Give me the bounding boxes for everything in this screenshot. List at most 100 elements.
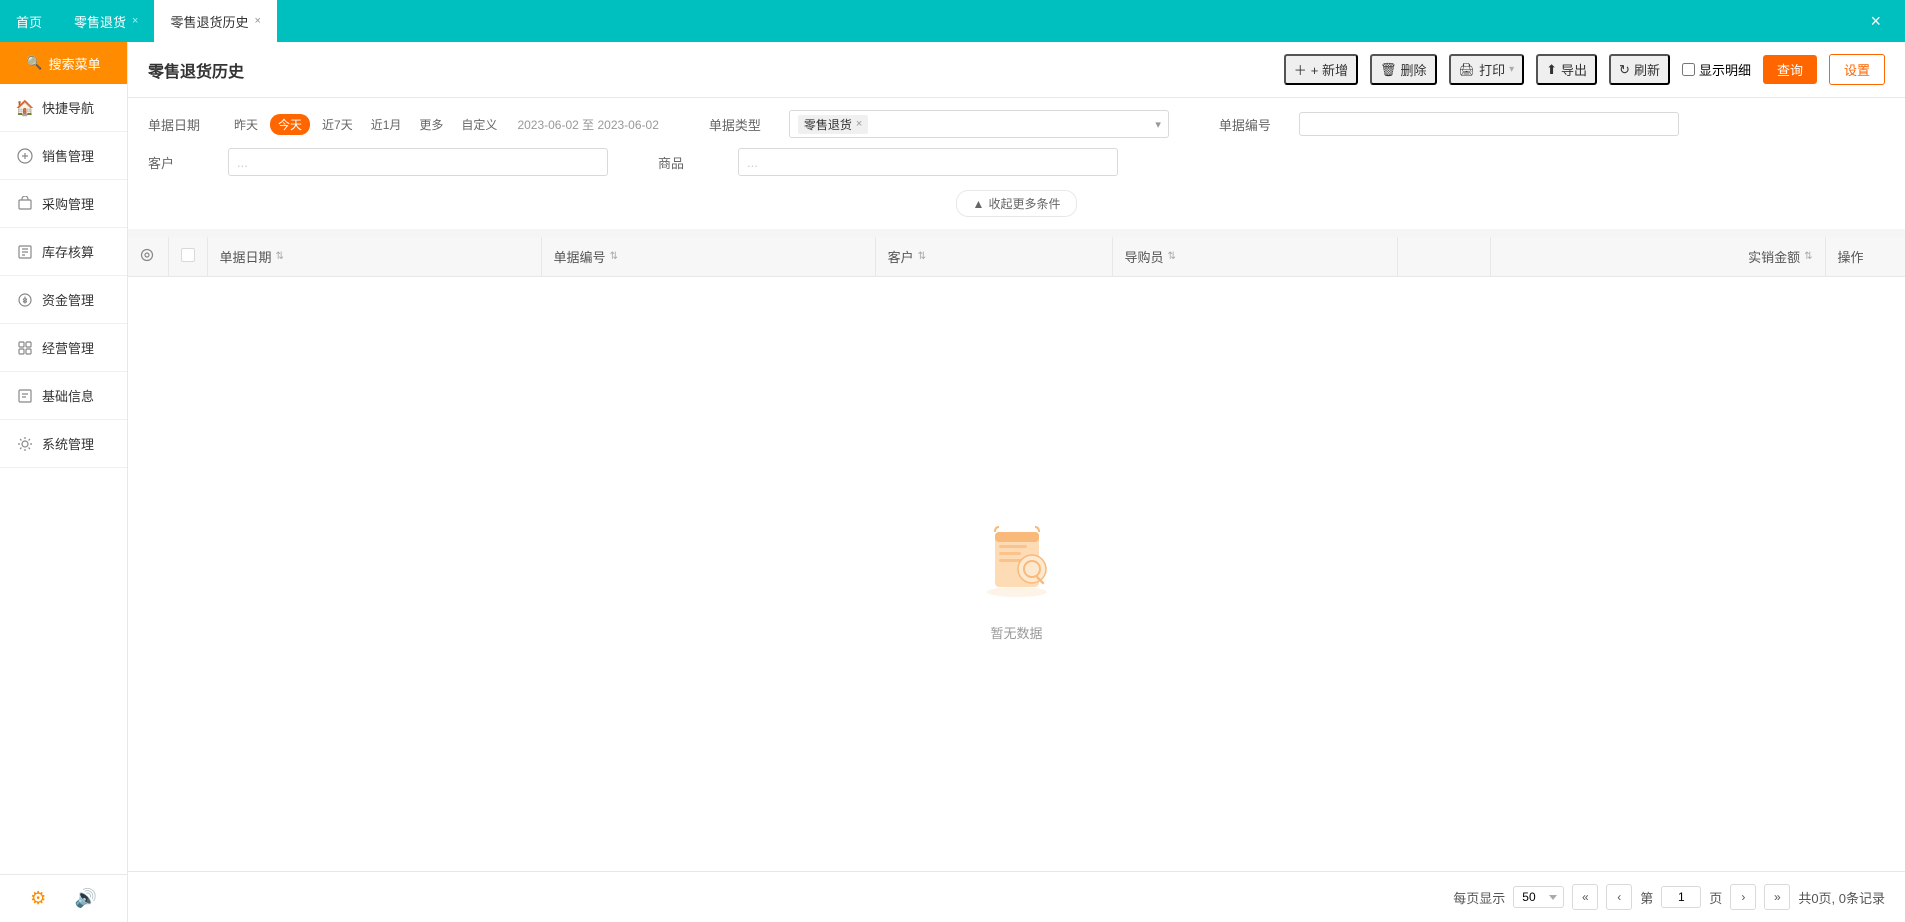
sidebar-item-label: 快捷导航 bbox=[42, 98, 94, 117]
date-btn-custom[interactable]: 自定义 bbox=[455, 114, 503, 135]
window-close-button[interactable]: × bbox=[1862, 7, 1889, 36]
operations-icon bbox=[16, 339, 34, 357]
sort-amount-icon: ⇅ bbox=[1804, 251, 1812, 262]
sort-number-icon: ⇅ bbox=[610, 251, 618, 262]
sidebar-item-inventory[interactable]: 库存核算 bbox=[0, 228, 127, 276]
goods-filter-input[interactable]: ... bbox=[738, 148, 1118, 176]
tab-retail-return-history-label: 零售退货历史 bbox=[170, 12, 248, 31]
th-action: 操作 bbox=[1825, 237, 1905, 277]
settings-label: 设置 bbox=[1844, 60, 1870, 79]
date-btn-1month[interactable]: 近1月 bbox=[365, 114, 408, 135]
print-button[interactable]: 🖨 打印 ▾ bbox=[1449, 54, 1525, 85]
date-btn-today[interactable]: 今天 bbox=[270, 114, 310, 135]
sidebar-search-label: 搜索菜单 bbox=[49, 54, 101, 73]
sales-icon bbox=[16, 147, 34, 165]
sidebar-item-label: 系统管理 bbox=[42, 434, 94, 453]
customer-filter-input[interactable]: ... bbox=[228, 148, 608, 176]
th-date-label: 单据日期 bbox=[220, 247, 272, 266]
sidebar-item-basic-info[interactable]: 基础信息 bbox=[0, 372, 127, 420]
sidebar-search-button[interactable]: 🔍 搜索菜单 bbox=[0, 42, 127, 84]
settings-button[interactable]: 设置 bbox=[1829, 54, 1885, 85]
th-date[interactable]: 单据日期 ⇅ bbox=[207, 237, 541, 277]
prev-page-button[interactable]: ‹ bbox=[1606, 884, 1632, 910]
page-title: 零售退货历史 bbox=[148, 58, 244, 94]
type-tag-close[interactable]: × bbox=[856, 118, 862, 130]
delete-button[interactable]: 🗑 删除 bbox=[1370, 54, 1437, 85]
volume-icon[interactable]: 🔊 bbox=[74, 888, 96, 909]
system-icon bbox=[16, 435, 34, 453]
sidebar-item-sales[interactable]: 销售管理 bbox=[0, 132, 127, 180]
th-guide-label: 导购员 bbox=[1125, 247, 1164, 266]
export-button[interactable]: ⬆ 导出 bbox=[1536, 54, 1597, 85]
date-btn-7days[interactable]: 近7天 bbox=[316, 114, 359, 135]
show-detail-checkbox[interactable] bbox=[1682, 63, 1695, 76]
tab-home[interactable]: 首页 bbox=[0, 0, 58, 42]
tab-retail-return-history-close[interactable]: × bbox=[254, 15, 260, 27]
home-icon: 🏠 bbox=[16, 99, 34, 117]
goods-filter-label: 商品 bbox=[658, 153, 718, 172]
new-icon: ＋ bbox=[1294, 60, 1307, 79]
date-range-display: 2023-06-02 至 2023-06-02 bbox=[517, 116, 658, 133]
th-spacer bbox=[1397, 237, 1490, 277]
purchase-icon bbox=[16, 195, 34, 213]
main-layout: 🔍 搜索菜单 🏠 快捷导航 销售管理 采购管理 bbox=[0, 42, 1905, 922]
page-size-select[interactable]: 10 20 50 100 bbox=[1513, 886, 1564, 908]
print-icon: 🖨 bbox=[1459, 62, 1476, 78]
page-size-label: 每页显示 bbox=[1453, 888, 1505, 907]
data-table: 单据日期 ⇅ 单据编号 ⇅ 客户 bbox=[128, 237, 1905, 277]
collapse-up-icon: ▲ bbox=[973, 197, 985, 211]
type-filter-tag-wrap[interactable]: 零售退货 × bbox=[789, 110, 1169, 138]
sidebar: 🔍 搜索菜单 🏠 快捷导航 销售管理 采购管理 bbox=[0, 42, 128, 922]
settings-icon[interactable]: ⚙ bbox=[30, 888, 46, 909]
tab-retail-return-close[interactable]: × bbox=[132, 15, 138, 27]
number-filter-label: 单据编号 bbox=[1219, 115, 1279, 134]
th-setting[interactable] bbox=[128, 237, 168, 277]
sort-date-icon: ⇅ bbox=[276, 251, 284, 262]
empty-illustration bbox=[967, 507, 1067, 607]
tab-retail-return[interactable]: 零售退货 × bbox=[58, 0, 154, 42]
refresh-button[interactable]: ↻ 刷新 bbox=[1609, 54, 1670, 85]
date-btn-more[interactable]: 更多 bbox=[413, 114, 449, 135]
query-label: 查询 bbox=[1777, 60, 1803, 79]
last-page-button[interactable]: » bbox=[1764, 884, 1790, 910]
empty-area: 暂无数据 bbox=[128, 277, 1905, 871]
th-checkbox[interactable] bbox=[168, 237, 207, 277]
th-number[interactable]: 单据编号 ⇅ bbox=[541, 237, 875, 277]
tab-retail-return-label: 零售退货 bbox=[74, 12, 126, 31]
query-button[interactable]: 查询 bbox=[1763, 55, 1817, 84]
content-area: 零售退货历史 ＋ + 新增 🗑 删除 🖨 打印 ▾ ⬆ 导出 bbox=[128, 42, 1905, 922]
sidebar-item-label: 库存核算 bbox=[42, 242, 94, 261]
type-tag-label: 零售退货 bbox=[804, 116, 852, 133]
table-header-row: 单据日期 ⇅ 单据编号 ⇅ 客户 bbox=[128, 237, 1905, 277]
tab-retail-return-history[interactable]: 零售退货历史 × bbox=[154, 0, 276, 42]
sidebar-bottom: ⚙ 🔊 bbox=[0, 874, 127, 922]
customer-filter-label: 客户 bbox=[148, 153, 208, 172]
setting-icon bbox=[140, 248, 154, 262]
sidebar-item-system[interactable]: 系统管理 bbox=[0, 420, 127, 468]
th-customer[interactable]: 客户 ⇅ bbox=[875, 237, 1112, 277]
new-button[interactable]: ＋ + 新增 bbox=[1284, 54, 1358, 85]
th-amount[interactable]: 实销金额 ⇅ bbox=[1491, 237, 1825, 277]
collapse-button[interactable]: ▲ 收起更多条件 bbox=[956, 190, 1078, 217]
th-customer-label: 客户 bbox=[888, 247, 914, 266]
sidebar-item-quick-nav[interactable]: 🏠 快捷导航 bbox=[0, 84, 127, 132]
print-arrow-icon: ▾ bbox=[1509, 64, 1514, 75]
sidebar-item-purchase[interactable]: 采购管理 bbox=[0, 180, 127, 228]
sidebar-menu: 🏠 快捷导航 销售管理 采购管理 库存核算 bbox=[0, 84, 127, 874]
page-unit: 页 bbox=[1709, 888, 1722, 907]
show-detail-checkbox-wrap[interactable]: 显示明细 bbox=[1682, 60, 1751, 79]
date-filter-buttons: 昨天 今天 近7天 近1月 更多 自定义 2023-06-02 至 2023-0… bbox=[228, 114, 659, 135]
filter-row-1: 单据日期 昨天 今天 近7天 近1月 更多 自定义 2023-06-02 至 2… bbox=[148, 110, 1885, 138]
th-guide[interactable]: 导购员 ⇅ bbox=[1112, 237, 1397, 277]
header-checkbox[interactable] bbox=[181, 248, 195, 262]
filter-collapse-row: ▲ 收起更多条件 bbox=[148, 186, 1885, 217]
next-page-button[interactable]: › bbox=[1730, 884, 1756, 910]
first-page-button[interactable]: « bbox=[1572, 884, 1598, 910]
date-btn-yesterday[interactable]: 昨天 bbox=[228, 114, 264, 135]
number-filter-input[interactable] bbox=[1299, 112, 1679, 136]
page-number-input[interactable] bbox=[1661, 886, 1701, 908]
page-label: 第 bbox=[1640, 888, 1653, 907]
sidebar-item-operations[interactable]: 经营管理 bbox=[0, 324, 127, 372]
sidebar-item-finance[interactable]: 资金管理 bbox=[0, 276, 127, 324]
page-header: 零售退货历史 ＋ + 新增 🗑 删除 🖨 打印 ▾ ⬆ 导出 bbox=[128, 42, 1905, 98]
